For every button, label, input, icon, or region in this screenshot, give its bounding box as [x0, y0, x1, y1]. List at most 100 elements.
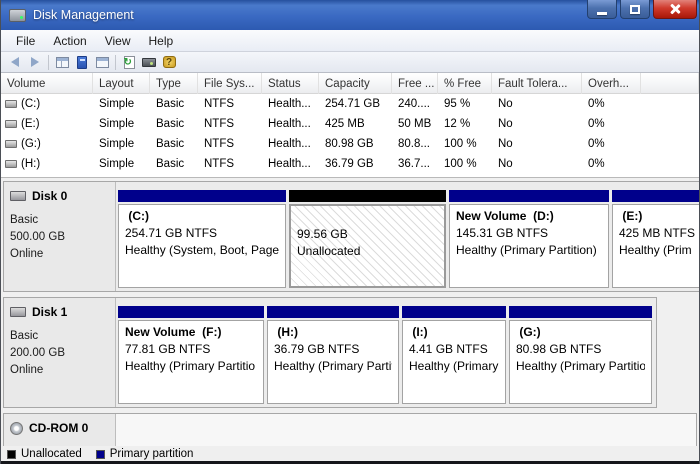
cell-type: Basic: [150, 98, 198, 110]
cdrom-0-label[interactable]: CD-ROM 0: [4, 414, 116, 446]
unallocated-swatch: [7, 450, 16, 459]
cell-pct-free: 12 %: [438, 118, 492, 130]
col-free[interactable]: Free ...: [392, 73, 438, 94]
col-capacity[interactable]: Capacity: [319, 73, 392, 94]
disk-1-band: Disk 1 Basic 200.00 GB Online New Volume…: [3, 297, 657, 408]
col-layout[interactable]: Layout: [93, 73, 150, 94]
cell-free: 50 MB: [392, 118, 438, 130]
app-icon: [9, 9, 26, 22]
toolbar-separator: [115, 55, 116, 70]
window-controls: [587, 0, 697, 19]
cell-layout: Simple: [93, 118, 150, 130]
help-icon: ?: [163, 56, 176, 68]
partition-e[interactable]: (E:) 425 MB NTFS Healthy (Prim: [612, 190, 699, 288]
cell-free: 240....: [392, 98, 438, 110]
cell-fs: NTFS: [198, 158, 262, 170]
menu-view[interactable]: View: [96, 31, 140, 51]
disk-type: Basic: [10, 328, 109, 345]
cell-capacity: 36.79 GB: [319, 158, 392, 170]
cell-fault: No: [492, 118, 582, 130]
back-icon: [11, 57, 19, 67]
disk-size: 500.00 GB: [10, 229, 109, 246]
partition-color-bar: [267, 306, 399, 318]
cell-fs: NTFS: [198, 98, 262, 110]
volume-row-c[interactable]: (C:) Simple Basic NTFS Health... 254.71 …: [1, 94, 699, 114]
properties-button[interactable]: [72, 53, 92, 71]
partition-c[interactable]: (C:) 254.71 GB NTFS Healthy (System, Boo…: [118, 190, 286, 288]
disk-icon: [142, 58, 156, 67]
back-button[interactable]: [5, 53, 25, 71]
disk-icon: [10, 191, 26, 201]
cd-rom-icon: [10, 422, 23, 435]
cell-fs: NTFS: [198, 118, 262, 130]
cell-pct-free: 100 %: [438, 138, 492, 150]
col-overhead[interactable]: Overh...: [582, 73, 641, 94]
partition-unallocated[interactable]: 99.56 GB Unallocated: [289, 190, 446, 288]
volume-list: Volume Layout Type File Sys... Status Ca…: [1, 73, 699, 178]
legend-primary-partition: Primary partition: [96, 448, 194, 460]
volume-row-h[interactable]: (H:) Simple Basic NTFS Health... 36.79 G…: [1, 154, 699, 174]
show-console-tree-button[interactable]: [52, 53, 72, 71]
show-action-pane-button[interactable]: [92, 53, 112, 71]
partition-i[interactable]: (I:) 4.41 GB NTFS Healthy (Primary P: [402, 306, 506, 404]
volume-icon: [5, 100, 17, 108]
col-filler: [641, 73, 699, 94]
partition-h[interactable]: (H:) 36.79 GB NTFS Healthy (Primary Part…: [267, 306, 399, 404]
col-type[interactable]: Type: [150, 73, 198, 94]
rescan-disks-button[interactable]: [139, 53, 159, 71]
cell-layout: Simple: [93, 158, 150, 170]
menu-file[interactable]: File: [7, 31, 44, 51]
disk-1-label[interactable]: Disk 1 Basic 200.00 GB Online: [4, 298, 116, 407]
volume-icon: [5, 120, 17, 128]
cell-fault: No: [492, 138, 582, 150]
volume-name: (C:): [21, 98, 40, 110]
col-fault-tolerance[interactable]: Fault Tolera...: [492, 73, 582, 94]
partition-f[interactable]: New Volume (F:) 77.81 GB NTFS Healthy (P…: [118, 306, 264, 404]
cell-type: Basic: [150, 118, 198, 130]
col-file-system[interactable]: File Sys...: [198, 73, 262, 94]
primary-partition-swatch: [96, 450, 105, 459]
cell-status: Health...: [262, 98, 319, 110]
toolbar: ↻ ?: [1, 52, 699, 73]
menu-help[interactable]: Help: [140, 31, 183, 51]
refresh-button[interactable]: ↻: [119, 53, 139, 71]
cell-type: Basic: [150, 158, 198, 170]
cell-fault: No: [492, 98, 582, 110]
partition-color-bar: [612, 190, 699, 202]
menu-action[interactable]: Action: [44, 31, 95, 51]
close-icon: [669, 3, 681, 15]
volume-row-g[interactable]: (G:) Simple Basic NTFS Health... 80.98 G…: [1, 134, 699, 154]
disk-0-band: Disk 0 Basic 500.00 GB Online (C:) 254.7…: [3, 181, 699, 292]
cell-capacity: 80.98 GB: [319, 138, 392, 150]
partition-color-bar: [449, 190, 609, 202]
cdrom-0-band: CD-ROM 0: [3, 413, 697, 446]
volume-icon: [5, 140, 17, 148]
disk-status: Online: [10, 362, 109, 379]
partition-color-bar: [289, 190, 446, 202]
col-status[interactable]: Status: [262, 73, 319, 94]
close-button[interactable]: [653, 0, 697, 19]
disk-icon: [10, 307, 26, 317]
help-button[interactable]: ?: [159, 53, 179, 71]
cell-free: 36.7...: [392, 158, 438, 170]
volume-row-e[interactable]: (E:) Simple Basic NTFS Health... 425 MB …: [1, 114, 699, 134]
partition-g[interactable]: (G:) 80.98 GB NTFS Healthy (Primary Part…: [509, 306, 652, 404]
cell-layout: Simple: [93, 98, 150, 110]
cell-capacity: 254.71 GB: [319, 98, 392, 110]
col-pct-free[interactable]: % Free: [438, 73, 492, 94]
partition-color-bar: [402, 306, 506, 318]
forward-button[interactable]: [25, 53, 45, 71]
volume-list-header: Volume Layout Type File Sys... Status Ca…: [1, 73, 699, 94]
cell-overhead: 0%: [582, 98, 641, 110]
col-volume[interactable]: Volume: [1, 73, 93, 94]
cell-pct-free: 95 %: [438, 98, 492, 110]
titlebar: Disk Management: [1, 0, 699, 30]
disk-0-label[interactable]: Disk 0 Basic 500.00 GB Online: [4, 182, 116, 291]
disk-size: 200.00 GB: [10, 345, 109, 362]
disk-type: Basic: [10, 212, 109, 229]
maximize-button[interactable]: [620, 0, 650, 19]
partition-d[interactable]: New Volume (D:) 145.31 GB NTFS Healthy (…: [449, 190, 609, 288]
cell-free: 80.8...: [392, 138, 438, 150]
cell-status: Health...: [262, 158, 319, 170]
minimize-button[interactable]: [587, 0, 617, 19]
